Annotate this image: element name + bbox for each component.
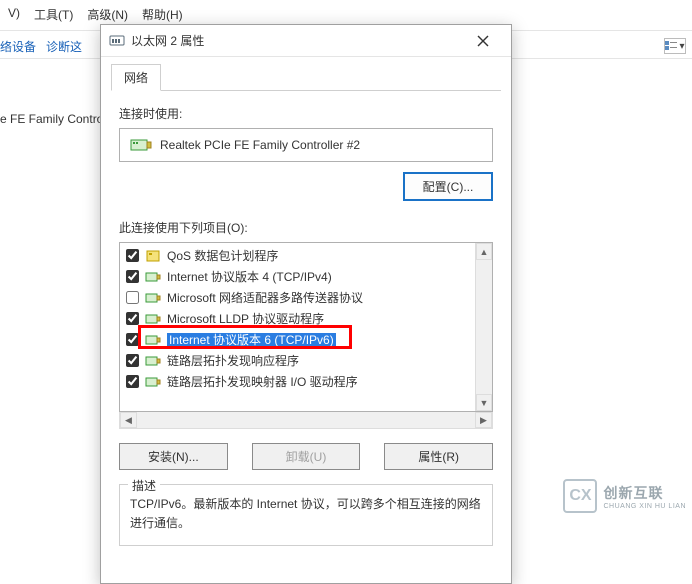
list-item[interactable]: Microsoft LLDP 协议驱动程序 bbox=[120, 308, 475, 329]
horizontal-scrollbar[interactable]: ◀ ▶ bbox=[119, 412, 493, 429]
list-item[interactable]: 链路层拓扑发现响应程序 bbox=[120, 350, 475, 371]
item-label: Microsoft LLDP 协议驱动程序 bbox=[167, 310, 324, 327]
protocol-icon bbox=[145, 375, 161, 389]
install-button[interactable]: 安装(N)... bbox=[119, 443, 228, 470]
item-label: Microsoft 网络适配器多路传送器协议 bbox=[167, 289, 363, 306]
watermark-sub: CHUANG XIN HU LIAN bbox=[603, 503, 686, 510]
backdrop-toolbar: 络设备 诊断这 bbox=[0, 38, 82, 55]
adapter-name: Realtek PCIe FE Family Controller #2 bbox=[160, 138, 360, 152]
ethernet-properties-dialog: 以太网 2 属性 网络 连接时使用: Realtek PCIe FE Famil… bbox=[100, 24, 512, 584]
item-checkbox[interactable] bbox=[126, 291, 139, 304]
description-text: TCP/IPv6。最新版本的 Internet 协议，可以跨多个相互连接的网络进… bbox=[130, 495, 482, 533]
ethernet-icon bbox=[109, 33, 125, 49]
properties-button[interactable]: 属性(R) bbox=[384, 443, 493, 470]
toolbar-item[interactable]: 诊断这 bbox=[46, 38, 82, 55]
view-options-button[interactable]: ▾ bbox=[664, 38, 686, 54]
scroll-up-arrow-icon[interactable]: ▲ bbox=[476, 243, 492, 260]
protocol-icon bbox=[145, 291, 161, 305]
list-item[interactable]: Internet 协议版本 6 (TCP/IPv6) bbox=[120, 329, 475, 350]
tab-strip: 网络 bbox=[111, 63, 501, 91]
watermark: CX 创新互联 CHUANG XIN HU LIAN bbox=[563, 479, 686, 513]
dialog-title: 以太网 2 属性 bbox=[131, 32, 463, 49]
list-item[interactable]: Internet 协议版本 4 (TCP/IPv4) bbox=[120, 266, 475, 287]
menu-item[interactable]: 工具(T) bbox=[34, 6, 73, 23]
protocol-icon bbox=[145, 333, 161, 347]
uninstall-button: 卸载(U) bbox=[252, 443, 361, 470]
description-group: 描述 TCP/IPv6。最新版本的 Internet 协议，可以跨多个相互连接的… bbox=[119, 484, 493, 546]
network-adapter-icon bbox=[130, 137, 152, 153]
item-label: Internet 协议版本 4 (TCP/IPv4) bbox=[167, 268, 332, 285]
menu-item[interactable]: 高级(N) bbox=[87, 6, 128, 23]
toolbar-item[interactable]: 络设备 bbox=[0, 38, 36, 55]
protocol-icon bbox=[145, 312, 161, 326]
vertical-scrollbar[interactable]: ▲ ▼ bbox=[475, 243, 492, 411]
adapter-display: Realtek PCIe FE Family Controller #2 bbox=[119, 128, 493, 162]
list-item[interactable]: Microsoft 网络适配器多路传送器协议 bbox=[120, 287, 475, 308]
scroll-down-arrow-icon[interactable]: ▼ bbox=[476, 394, 492, 411]
connect-using-label: 连接时使用: bbox=[119, 105, 493, 122]
list-item[interactable]: QoS 数据包计划程序 bbox=[120, 245, 475, 266]
item-label: Internet 协议版本 6 (TCP/IPv6) bbox=[167, 331, 336, 348]
item-label: 链路层拓扑发现映射器 I/O 驱动程序 bbox=[167, 373, 358, 390]
protocol-icon bbox=[145, 270, 161, 284]
description-legend: 描述 bbox=[128, 477, 160, 494]
menu-item[interactable]: 帮助(H) bbox=[142, 6, 183, 23]
item-checkbox[interactable] bbox=[126, 249, 139, 262]
items-label: 此连接使用下列项目(O): bbox=[119, 219, 493, 236]
configure-button[interactable]: 配置(C)... bbox=[403, 172, 493, 201]
menu-item[interactable]: V) bbox=[8, 6, 20, 23]
watermark-logo-icon: CX bbox=[563, 479, 597, 513]
item-checkbox[interactable] bbox=[126, 354, 139, 367]
dialog-titlebar: 以太网 2 属性 bbox=[101, 25, 511, 57]
item-checkbox[interactable] bbox=[126, 333, 139, 346]
item-label: QoS 数据包计划程序 bbox=[167, 247, 278, 264]
tab-network[interactable]: 网络 bbox=[111, 64, 161, 91]
scroll-right-arrow-icon[interactable]: ▶ bbox=[475, 412, 492, 428]
backdrop-menubar: V) 工具(T) 高级(N) 帮助(H) bbox=[8, 6, 183, 23]
watermark-brand: 创新互联 bbox=[603, 483, 686, 503]
scroll-left-arrow-icon[interactable]: ◀ bbox=[120, 412, 137, 428]
item-checkbox[interactable] bbox=[126, 270, 139, 283]
item-checkbox[interactable] bbox=[126, 375, 139, 388]
item-checkbox[interactable] bbox=[126, 312, 139, 325]
list-item[interactable]: 链路层拓扑发现映射器 I/O 驱动程序 bbox=[120, 371, 475, 392]
service-icon bbox=[145, 249, 161, 263]
item-label: 链路层拓扑发现响应程序 bbox=[167, 352, 299, 369]
backdrop-device-label: e FE Family Contro bbox=[0, 112, 103, 126]
protocol-icon bbox=[145, 354, 161, 368]
close-button[interactable] bbox=[463, 29, 503, 53]
network-items-list[interactable]: QoS 数据包计划程序 Internet 协议版本 4 (TCP/IPv4) Mic… bbox=[119, 242, 493, 412]
